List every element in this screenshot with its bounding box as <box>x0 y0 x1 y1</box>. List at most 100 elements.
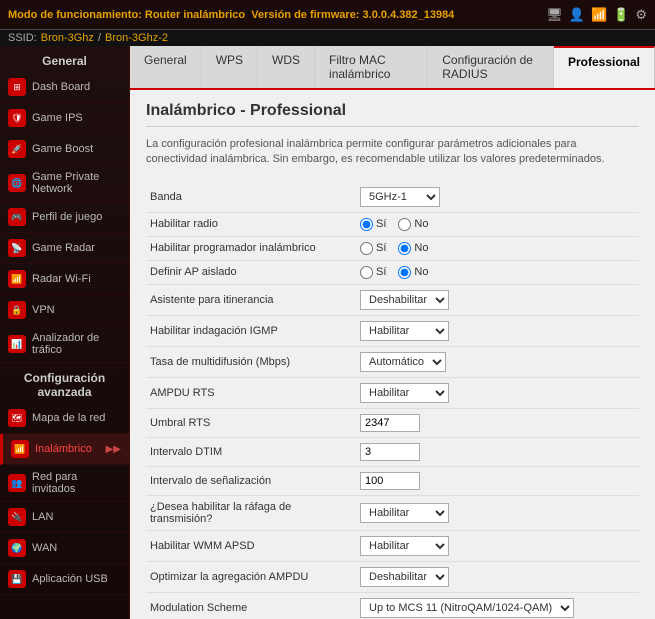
tab-filtro-mac[interactable]: Filtro MAC inalámbrico <box>315 46 428 88</box>
radio-label[interactable]: Sí <box>360 266 386 279</box>
sidebar-label-game-radar: Game Radar <box>32 242 95 254</box>
lan-icon: 🔌 <box>8 508 26 526</box>
sidebar-label-inalambrico: Inalámbrico <box>35 443 92 455</box>
radio-1-0[interactable] <box>360 218 373 231</box>
settings-icon[interactable]: ⚙ <box>635 7 647 23</box>
text-input-8[interactable] <box>360 414 420 432</box>
form-row: Intervalo DTIM <box>146 437 639 466</box>
field-label: Modulation Scheme <box>146 592 356 619</box>
radio-3-0[interactable] <box>360 266 373 279</box>
radio-2-0[interactable] <box>360 242 373 255</box>
content-area: Inalámbrico - Professional La configurac… <box>130 90 655 619</box>
form-row: Banda5GHz-15GHz-22.4GHz <box>146 182 639 213</box>
field-control: HabilitarDeshabilitar <box>356 530 639 561</box>
dashboard-icon: ⊞ <box>8 78 26 96</box>
field-label: Intervalo de señalización <box>146 466 356 495</box>
sidebar-item-mapa-red[interactable]: 🗺 Mapa de la red <box>0 403 129 434</box>
radio-label[interactable]: No <box>398 266 428 279</box>
select-11[interactable]: HabilitarDeshabilitar <box>360 503 449 523</box>
sidebar-label-wan: WAN <box>32 542 57 554</box>
field-label: Definir AP aislado <box>146 260 356 284</box>
red-invitados-icon: 👥 <box>8 474 26 492</box>
mapa-red-icon: 🗺 <box>8 409 26 427</box>
field-control <box>356 466 639 495</box>
text-input-9[interactable] <box>360 443 420 461</box>
sidebar-item-perfil-juego[interactable]: 🎮 Perfil de juego <box>0 202 129 233</box>
game-radar-icon: 📡 <box>8 239 26 257</box>
field-control <box>356 437 639 466</box>
ssid-5g-link[interactable]: Bron-3Ghz-2 <box>105 32 168 44</box>
chevron-right-icon: ▶▶ <box>106 444 121 455</box>
select-14[interactable]: Up to MCS 11 (NitroQAM/1024-QAM)Up to MC… <box>360 598 574 618</box>
field-control: Up to MCS 11 (NitroQAM/1024-QAM)Up to MC… <box>356 592 639 619</box>
radio-label[interactable]: No <box>398 242 428 255</box>
sidebar-section-advanced: Configuración avanzada <box>0 363 129 403</box>
field-control: HabilitarDeshabilitar <box>356 495 639 530</box>
game-boost-icon: 🚀 <box>8 140 26 158</box>
text-input-10[interactable] <box>360 472 420 490</box>
field-label: Habilitar indagación IGMP <box>146 315 356 346</box>
sidebar-item-analizador[interactable]: 📊 Analizador de tráfico <box>0 326 129 363</box>
tab-wds[interactable]: WDS <box>258 46 315 88</box>
sidebar-item-vpn[interactable]: 🔒 VPN <box>0 295 129 326</box>
sidebar-item-usb[interactable]: 💾 Aplicación USB <box>0 564 129 595</box>
field-label: Umbral RTS <box>146 408 356 437</box>
sidebar-label-red-invitados: Red para invitados <box>32 471 121 495</box>
monitor-icon: 🖥 <box>546 7 563 23</box>
form-row: Habilitar radio Sí No <box>146 212 639 236</box>
top-bar-icons: 🖥 👤 📶 🔋 ⚙ <box>546 7 647 23</box>
field-label: Tasa de multidifusión (Mbps) <box>146 346 356 377</box>
radio-label[interactable]: Sí <box>360 218 386 231</box>
radio-3-1[interactable] <box>398 266 411 279</box>
sidebar-item-inalambrico[interactable]: 📶 Inalámbrico ▶▶ <box>0 434 129 465</box>
field-control <box>356 408 639 437</box>
field-label: AMPDU RTS <box>146 377 356 408</box>
select-5[interactable]: HabilitarDeshabilitar <box>360 321 449 341</box>
radio-1-1[interactable] <box>398 218 411 231</box>
sidebar-label-game-boost: Game Boost <box>32 143 93 155</box>
sidebar-item-red-invitados[interactable]: 👥 Red para invitados <box>0 465 129 502</box>
select-13[interactable]: DeshabilitarHabilitar <box>360 567 449 587</box>
sidebar-label-usb: Aplicación USB <box>32 573 108 585</box>
select-6[interactable]: Automático125.511 <box>360 352 446 372</box>
field-label: Habilitar radio <box>146 212 356 236</box>
select-0[interactable]: 5GHz-15GHz-22.4GHz <box>360 187 440 207</box>
tab-general[interactable]: General <box>130 46 202 88</box>
sidebar-item-lan[interactable]: 🔌 LAN <box>0 502 129 533</box>
sidebar-item-game-ips[interactable]: 🛡 Game IPS <box>0 103 129 134</box>
form-row: Umbral RTS <box>146 408 639 437</box>
field-label: Optimizar la agregación AMPDU <box>146 561 356 592</box>
radio-label[interactable]: No <box>398 218 428 231</box>
tab-professional[interactable]: Professional <box>554 46 655 88</box>
wifi-icon: 📶 <box>591 7 607 23</box>
form-row: ¿Desea habilitar la ráfaga de transmisió… <box>146 495 639 530</box>
tab-wps[interactable]: WPS <box>202 46 258 88</box>
page-description: La configuración profesional inalámbrica… <box>146 137 639 168</box>
sidebar-item-radar-wifi[interactable]: 📶 Radar Wi-Fi <box>0 264 129 295</box>
main-content: General WPS WDS Filtro MAC inalámbrico C… <box>130 46 655 619</box>
sidebar-label-lan: LAN <box>32 511 53 523</box>
field-label: Habilitar WMM APSD <box>146 530 356 561</box>
field-control: DeshabilitarHabilitar <box>356 561 639 592</box>
form-row: Intervalo de señalización <box>146 466 639 495</box>
sidebar-label-dashboard: Dash Board <box>32 81 90 93</box>
field-label: Asistente para itinerancia <box>146 284 356 315</box>
sidebar-item-game-radar[interactable]: 📡 Game Radar <box>0 233 129 264</box>
sidebar-item-game-private-network[interactable]: 🌐 Game Private Network <box>0 165 129 202</box>
ssid-2g-link[interactable]: Bron-3Ghz <box>41 32 94 44</box>
tab-radius[interactable]: Configuración de RADIUS <box>428 46 554 88</box>
sidebar-item-dashboard[interactable]: ⊞ Dash Board <box>0 72 129 103</box>
select-7[interactable]: HabilitarDeshabilitar <box>360 383 449 403</box>
form-row: AMPDU RTSHabilitarDeshabilitar <box>146 377 639 408</box>
radio-2-1[interactable] <box>398 242 411 255</box>
ssid-label: SSID: <box>8 32 37 44</box>
field-label: Intervalo DTIM <box>146 437 356 466</box>
sidebar-item-game-boost[interactable]: 🚀 Game Boost <box>0 134 129 165</box>
vpn-icon: 🔒 <box>8 301 26 319</box>
select-12[interactable]: HabilitarDeshabilitar <box>360 536 449 556</box>
radio-label[interactable]: Sí <box>360 242 386 255</box>
sidebar-label-perfil: Perfil de juego <box>32 211 102 223</box>
sidebar-label-radar-wifi: Radar Wi-Fi <box>32 273 91 285</box>
select-4[interactable]: DeshabilitarHabilitar <box>360 290 449 310</box>
sidebar-item-wan[interactable]: 🌍 WAN <box>0 533 129 564</box>
